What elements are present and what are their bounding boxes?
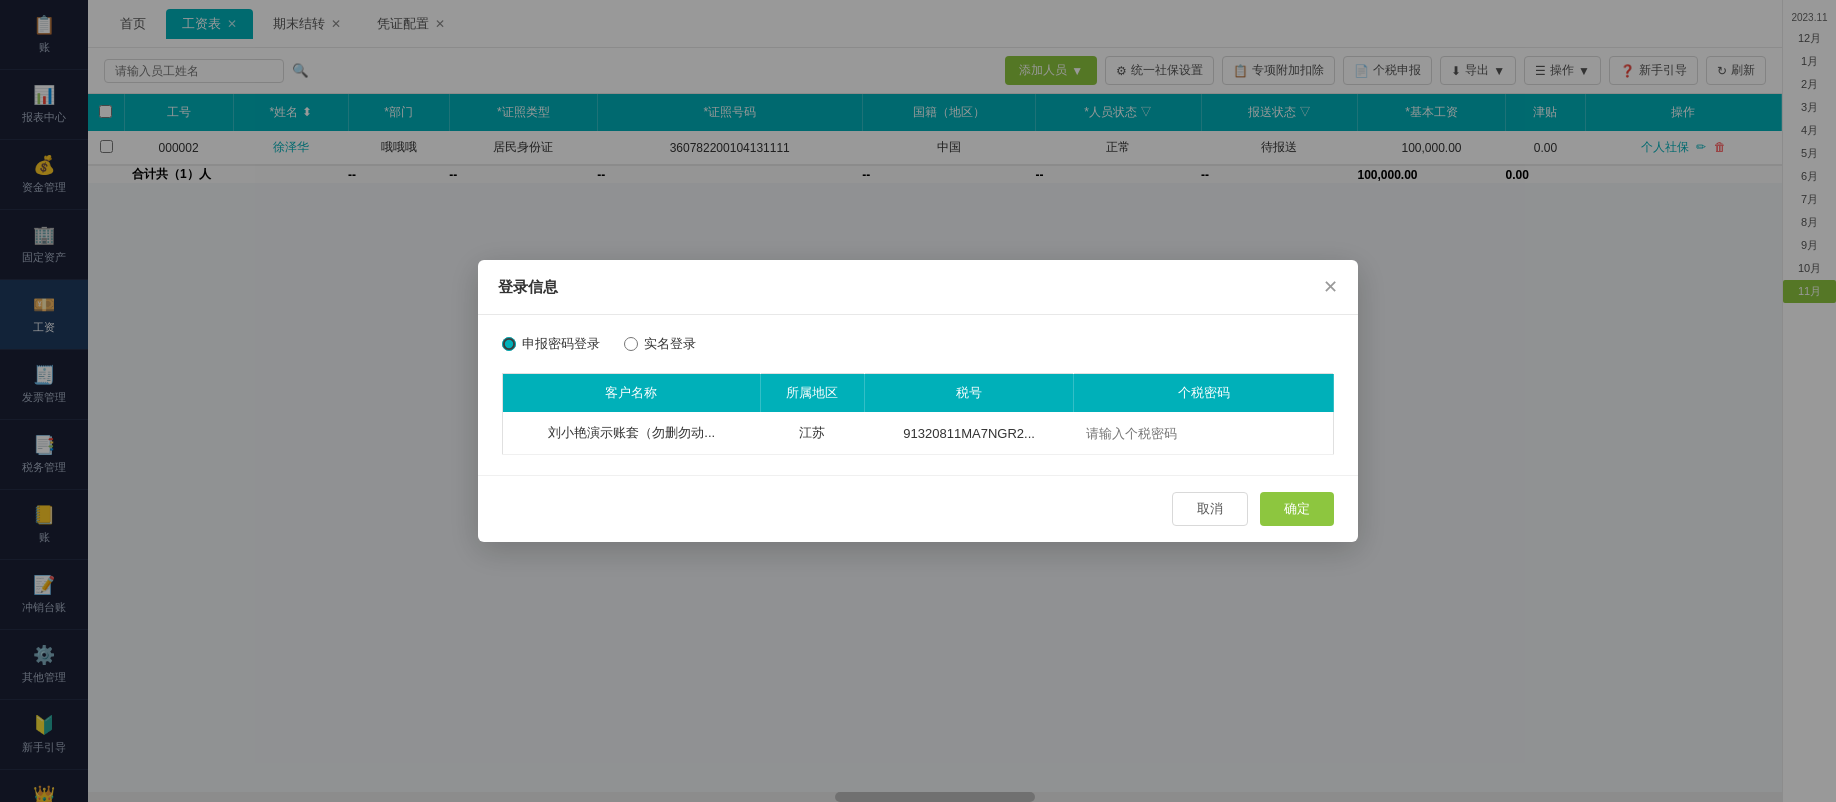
inner-col-password: 个税密码 [1074,374,1334,413]
radio-password-input[interactable] [502,337,516,351]
modal-body: 申报密码登录 实名登录 客户名称 所属地区 税号 个税密码 [478,315,1358,475]
client-tax-id-cell: 91320811MA7NGR2... [864,412,1074,455]
radio-password-login[interactable]: 申报密码登录 [502,335,600,353]
modal-footer: 取消 确定 [478,475,1358,542]
modal-close-button[interactable]: ✕ [1323,276,1338,298]
tax-password-input[interactable] [1086,426,1321,441]
inner-col-client: 客户名称 [503,374,761,413]
radio-realname-login[interactable]: 实名登录 [624,335,696,353]
modal-overlay: 登录信息 ✕ 申报密码登录 实名登录 客户名称 所属地区 [0,0,1836,802]
cancel-button[interactable]: 取消 [1172,492,1248,526]
login-info-modal: 登录信息 ✕ 申报密码登录 实名登录 客户名称 所属地区 [478,260,1358,542]
confirm-button[interactable]: 确定 [1260,492,1334,526]
client-password-cell[interactable] [1074,412,1334,455]
login-type-radio-group: 申报密码登录 实名登录 [502,335,1334,353]
radio-realname-input[interactable] [624,337,638,351]
client-name-cell: 刘小艳演示账套（勿删勿动... [503,412,761,455]
client-table-row: 刘小艳演示账套（勿删勿动... 江苏 91320811MA7NGR2... [503,412,1334,455]
modal-title: 登录信息 [498,278,558,297]
inner-col-tax-id: 税号 [864,374,1074,413]
client-region-cell: 江苏 [760,412,864,455]
modal-header: 登录信息 ✕ [478,260,1358,315]
inner-col-region: 所属地区 [760,374,864,413]
client-table: 客户名称 所属地区 税号 个税密码 刘小艳演示账套（勿删勿动... 江苏 913… [502,373,1334,455]
